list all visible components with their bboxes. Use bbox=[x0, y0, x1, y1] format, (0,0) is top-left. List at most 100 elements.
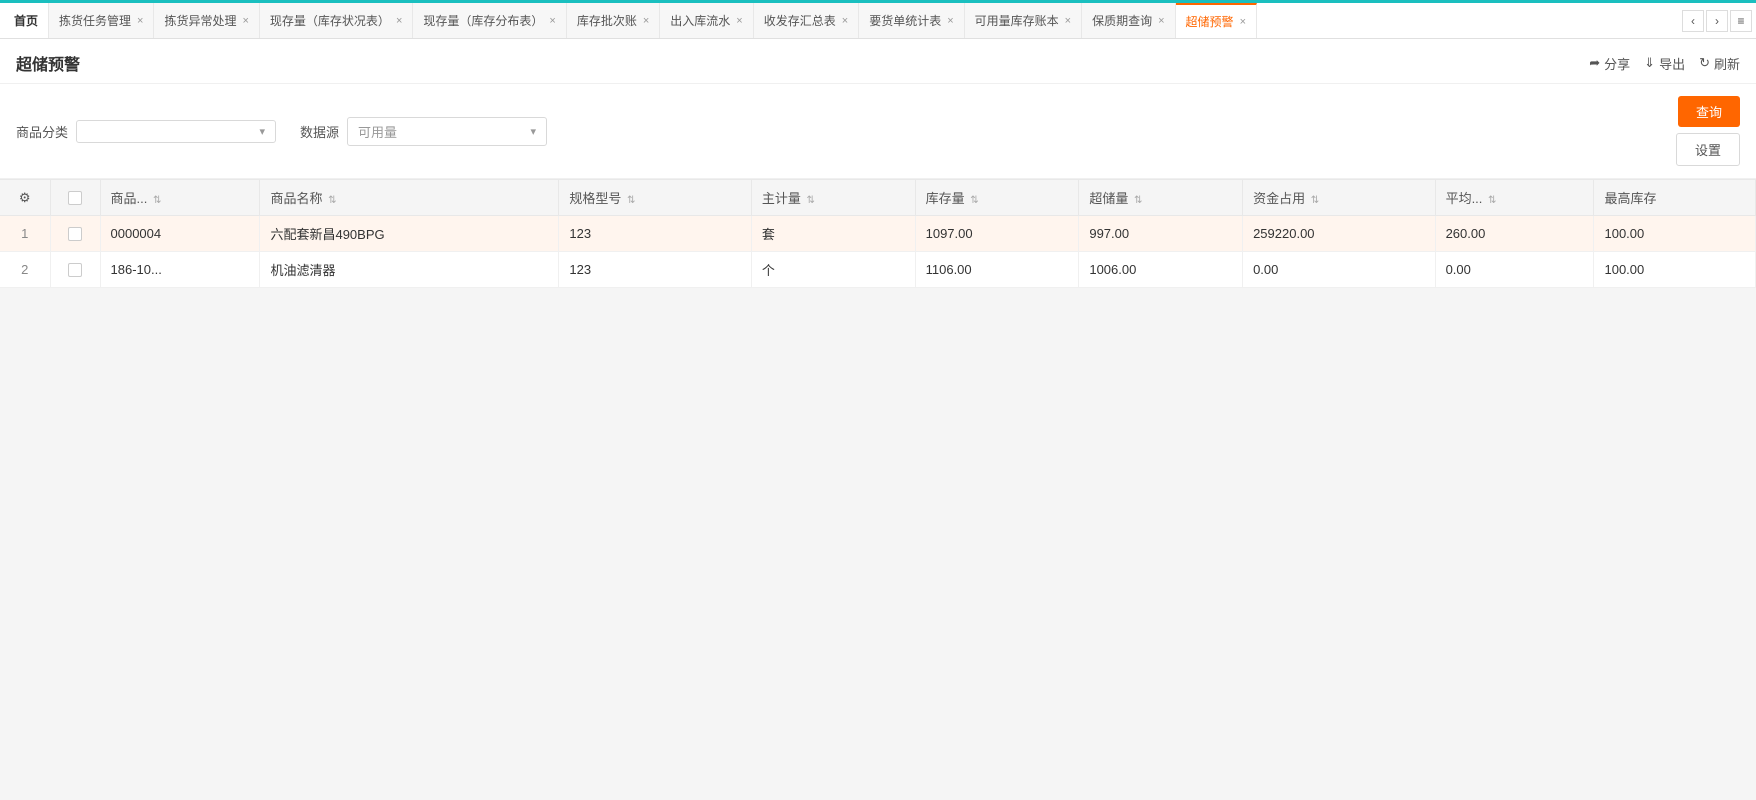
tab-order-stat[interactable]: 要货单统计表 × bbox=[859, 3, 964, 39]
settings-col-header[interactable]: ⚙ bbox=[0, 180, 50, 216]
avg-col-header[interactable]: 平均... ⇅ bbox=[1435, 180, 1594, 216]
main-content: 超储预警 ➦ 分享 ⇓ 导出 ↻ 刷新 商品分类 ▾ 数据源 bbox=[0, 39, 1756, 288]
close-icon[interactable]: × bbox=[137, 15, 143, 27]
inventory-cell: 1097.00 bbox=[915, 216, 1079, 252]
tab-avail-account[interactable]: 可用量库存账本 × bbox=[965, 3, 1082, 39]
inventory-cell: 1106.00 bbox=[915, 252, 1079, 288]
page-title: 超储预警 bbox=[16, 51, 80, 75]
category-select[interactable]: ▾ bbox=[76, 120, 276, 143]
max-inventory-cell: 100.00 bbox=[1594, 216, 1756, 252]
tab-overstock[interactable]: 超储预警 × bbox=[1176, 3, 1257, 39]
tab-more-button[interactable]: ≡ bbox=[1730, 10, 1752, 32]
overstock-qty-cell: 997.00 bbox=[1079, 216, 1243, 252]
close-icon[interactable]: × bbox=[1240, 16, 1246, 28]
refresh-link[interactable]: ↻ 刷新 bbox=[1699, 54, 1740, 73]
select-all-checkbox[interactable] bbox=[68, 191, 82, 205]
avg-cell: 260.00 bbox=[1435, 216, 1594, 252]
close-icon[interactable]: × bbox=[1158, 15, 1164, 27]
tab-tanhuo-task[interactable]: 拣货任务管理 × bbox=[49, 3, 154, 39]
close-icon[interactable]: × bbox=[396, 15, 402, 27]
avg-cell: 0.00 bbox=[1435, 252, 1594, 288]
product-code-col-header[interactable]: 商品... ⇅ bbox=[100, 180, 260, 216]
export-link[interactable]: ⇓ 导出 bbox=[1644, 54, 1685, 73]
product-name-cell: 机油滤清器 bbox=[260, 252, 559, 288]
datasource-select[interactable]: 可用量 ▾ bbox=[347, 117, 547, 146]
sort-icon: ⇅ bbox=[970, 195, 978, 206]
row-checkbox[interactable] bbox=[68, 263, 82, 277]
sort-icon: ⇅ bbox=[1311, 195, 1319, 206]
category-label: 商品分类 bbox=[16, 122, 68, 141]
table-wrapper: ⚙ 商品... ⇅ 商品名称 ⇅ 规格型号 ⇅ bbox=[0, 179, 1756, 288]
datasource-value: 可用量 bbox=[358, 122, 397, 141]
overstock-qty-cell: 1006.00 bbox=[1079, 252, 1243, 288]
chevron-down-icon: ▾ bbox=[259, 125, 265, 138]
unit-cell: 个 bbox=[751, 252, 915, 288]
capital-col-header[interactable]: 资金占用 ⇅ bbox=[1243, 180, 1435, 216]
datasource-filter-group: 数据源 可用量 ▾ bbox=[300, 117, 547, 146]
max-inventory-col-header[interactable]: 最高库存 bbox=[1594, 180, 1756, 216]
close-icon[interactable]: × bbox=[549, 15, 555, 27]
filter-buttons: 查询 设置 bbox=[1676, 96, 1740, 166]
category-filter-group: 商品分类 ▾ bbox=[16, 120, 276, 143]
row-num-cell: 2 bbox=[0, 252, 50, 288]
close-icon[interactable]: × bbox=[242, 15, 248, 27]
tab-nav: ‹ › ≡ bbox=[1682, 10, 1752, 32]
export-icon: ⇓ bbox=[1644, 55, 1655, 71]
tab-shelf-life[interactable]: 保质期查询 × bbox=[1082, 3, 1175, 39]
page-header: 超储预警 ➦ 分享 ⇓ 导出 ↻ 刷新 bbox=[0, 39, 1756, 84]
product-code-cell: 0000004 bbox=[100, 216, 260, 252]
tab-home[interactable]: 首页 bbox=[4, 3, 49, 39]
product-code-cell: 186-10... bbox=[100, 252, 260, 288]
share-icon: ➦ bbox=[1589, 55, 1600, 71]
row-checkbox[interactable] bbox=[68, 227, 82, 241]
sort-icon: ⇅ bbox=[153, 195, 161, 206]
sort-icon: ⇅ bbox=[807, 195, 815, 206]
overstock-col-header[interactable]: 超储量 ⇅ bbox=[1079, 180, 1243, 216]
tab-inout-flow[interactable]: 出入库流水 × bbox=[660, 3, 753, 39]
unit-col-header[interactable]: 主计量 ⇅ bbox=[751, 180, 915, 216]
row-checkbox-cell[interactable] bbox=[50, 216, 100, 252]
table-row: 2 186-10... 机油滤清器 123 个 1106.00 1006.00 … bbox=[0, 252, 1756, 288]
data-table: ⚙ 商品... ⇅ 商品名称 ⇅ 规格型号 ⇅ bbox=[0, 179, 1756, 288]
inventory-col-header[interactable]: 库存量 ⇅ bbox=[915, 180, 1079, 216]
tab-batch-account[interactable]: 库存批次账 × bbox=[567, 3, 660, 39]
close-icon[interactable]: × bbox=[643, 15, 649, 27]
close-icon[interactable]: × bbox=[1065, 15, 1071, 27]
header-actions: ➦ 分享 ⇓ 导出 ↻ 刷新 bbox=[1589, 54, 1740, 73]
product-name-cell: 六配套新昌490BPG bbox=[260, 216, 559, 252]
close-icon[interactable]: × bbox=[736, 15, 742, 27]
capital-usage-cell: 0.00 bbox=[1243, 252, 1435, 288]
filter-area: 商品分类 ▾ 数据源 可用量 ▾ 查询 设置 bbox=[0, 84, 1756, 179]
table-row: 1 0000004 六配套新昌490BPG 123 套 1097.00 997.… bbox=[0, 216, 1756, 252]
table-header-row: ⚙ 商品... ⇅ 商品名称 ⇅ 规格型号 ⇅ bbox=[0, 180, 1756, 216]
query-button[interactable]: 查询 bbox=[1678, 96, 1740, 127]
close-icon[interactable]: × bbox=[842, 15, 848, 27]
row-num-cell: 1 bbox=[0, 216, 50, 252]
close-icon[interactable]: × bbox=[947, 15, 953, 27]
unit-cell: 套 bbox=[751, 216, 915, 252]
share-link[interactable]: ➦ 分享 bbox=[1589, 54, 1630, 73]
tab-recv-send[interactable]: 收发存汇总表 × bbox=[754, 3, 859, 39]
checkbox-col-header[interactable] bbox=[50, 180, 100, 216]
tab-prev-button[interactable]: ‹ bbox=[1682, 10, 1704, 32]
spec-col-header[interactable]: 规格型号 ⇅ bbox=[559, 180, 751, 216]
chevron-down-icon: ▾ bbox=[531, 125, 537, 138]
max-inventory-cell: 100.00 bbox=[1594, 252, 1756, 288]
spec-cell: 123 bbox=[559, 216, 751, 252]
row-checkbox-cell[interactable] bbox=[50, 252, 100, 288]
sort-icon: ⇅ bbox=[627, 195, 635, 206]
tab-inventory-status[interactable]: 现存量（库存状况表） × bbox=[260, 3, 413, 39]
datasource-label: 数据源 bbox=[300, 122, 339, 141]
set-button[interactable]: 设置 bbox=[1676, 133, 1740, 166]
capital-usage-cell: 259220.00 bbox=[1243, 216, 1435, 252]
spec-cell: 123 bbox=[559, 252, 751, 288]
refresh-icon: ↻ bbox=[1699, 55, 1710, 71]
sort-icon: ⇅ bbox=[328, 195, 336, 206]
tab-bar: 首页 拣货任务管理 × 拣货异常处理 × 现存量（库存状况表） × 现存量（库存… bbox=[0, 3, 1756, 39]
sort-icon: ⇅ bbox=[1488, 195, 1496, 206]
tab-tanhuo-abnormal[interactable]: 拣货异常处理 × bbox=[154, 3, 259, 39]
tab-next-button[interactable]: › bbox=[1706, 10, 1728, 32]
tab-inventory-dist[interactable]: 现存量（库存分布表） × bbox=[413, 3, 566, 39]
product-name-col-header[interactable]: 商品名称 ⇅ bbox=[260, 180, 559, 216]
sort-icon: ⇅ bbox=[1134, 195, 1142, 206]
